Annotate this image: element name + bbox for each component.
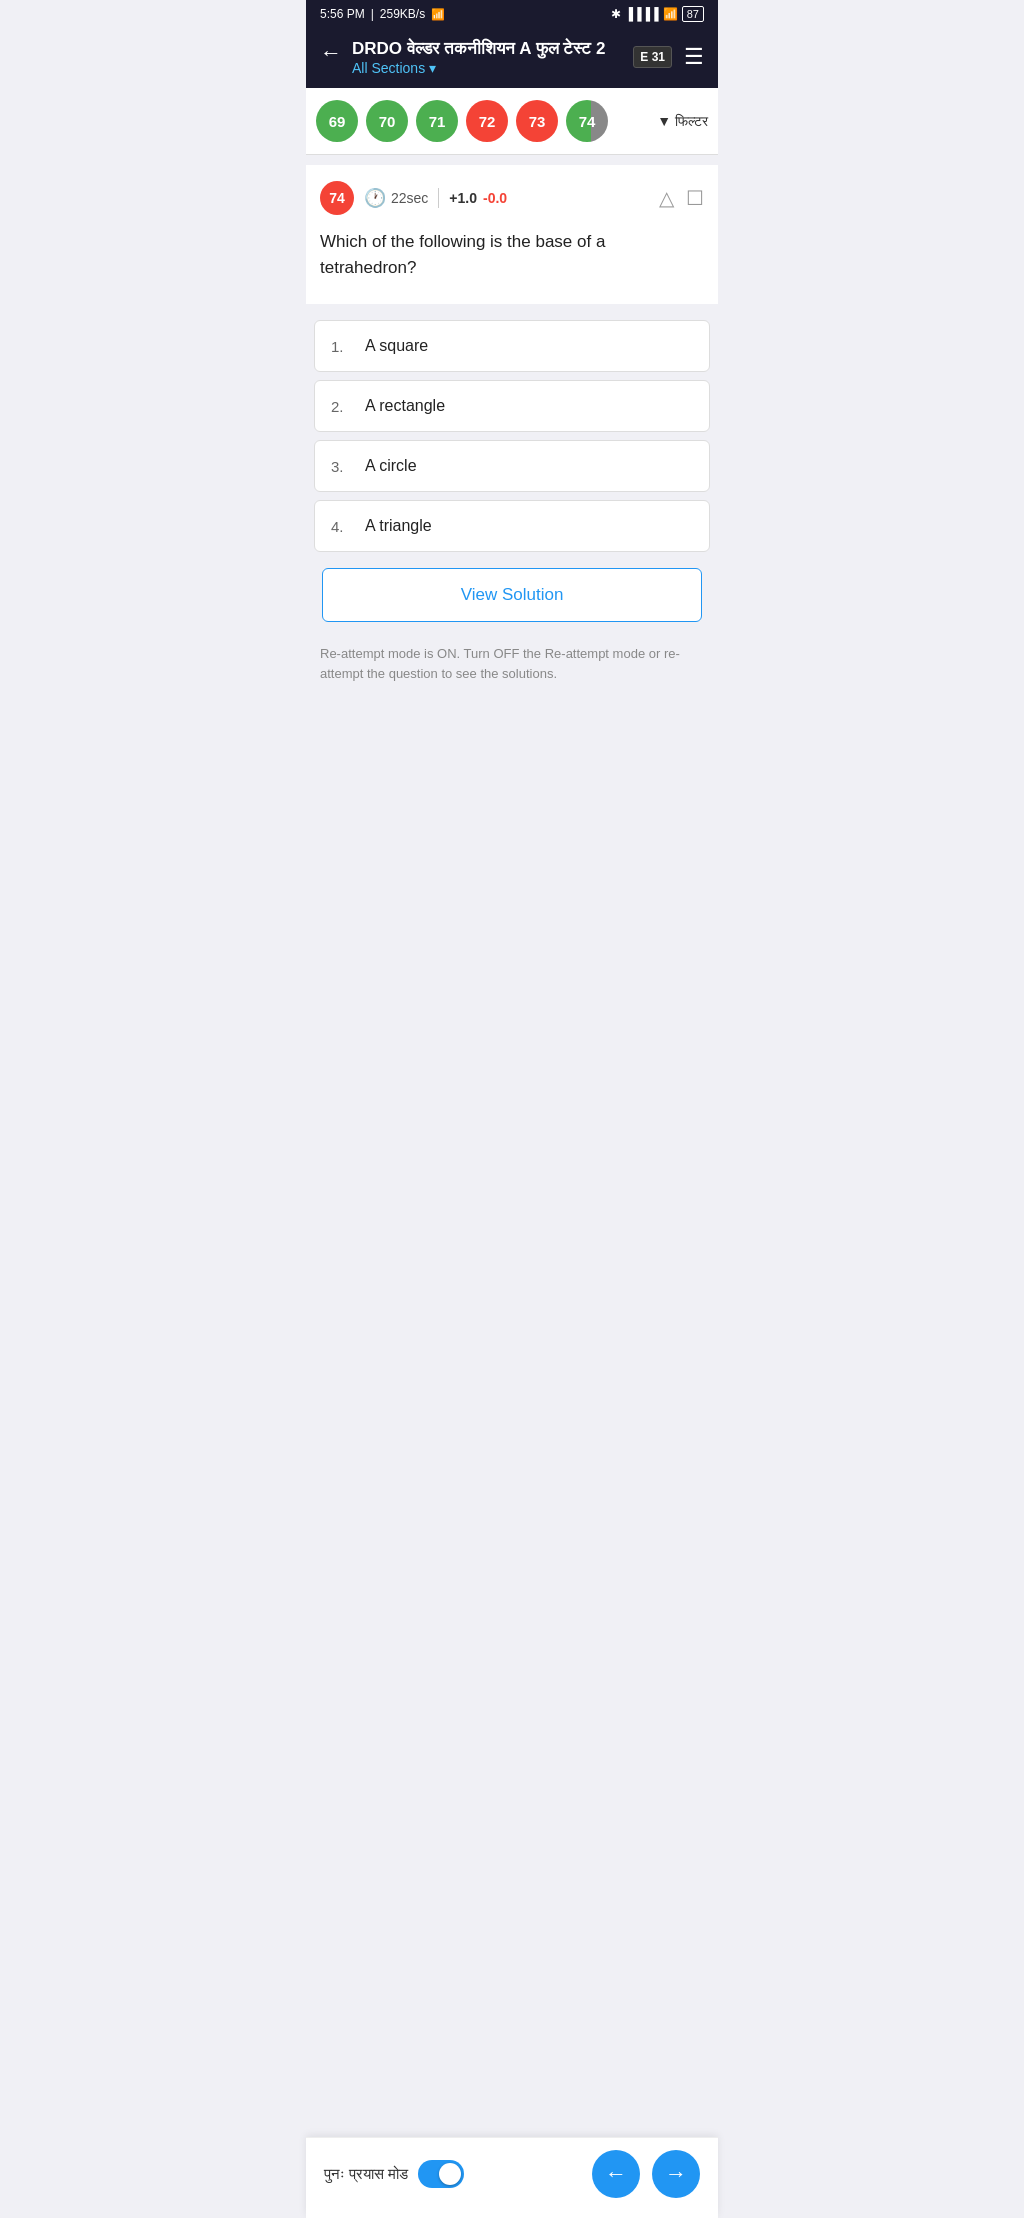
current-question-badge: 74 xyxy=(320,181,354,215)
option-3[interactable]: 3. A circle xyxy=(314,440,710,492)
option-4[interactable]: 4. A triangle xyxy=(314,500,710,552)
question-number-74[interactable]: 74 xyxy=(566,100,608,142)
option-text-2: A rectangle xyxy=(365,397,445,415)
reattempt-notice: Re-attempt mode is ON. Turn OFF the Re-a… xyxy=(314,632,710,695)
question-number-71[interactable]: 71 xyxy=(416,100,458,142)
question-meta: 74 🕐 22sec +1.0 -0.0 △ ☐ xyxy=(320,181,704,215)
language-badge[interactable]: E 31 xyxy=(633,46,672,68)
toggle-thumb xyxy=(439,2163,461,2185)
back-button[interactable]: ← xyxy=(320,40,342,66)
question-number-73[interactable]: 73 xyxy=(516,100,558,142)
question-numbers-row: 69 70 71 72 73 74 ▼ फिल्टर xyxy=(306,88,718,155)
chevron-down-icon: ▾ xyxy=(429,60,436,76)
option-text-4: A triangle xyxy=(365,517,432,535)
timer-value: 22sec xyxy=(391,190,428,206)
option-1[interactable]: 1. A square xyxy=(314,320,710,372)
section-label: All Sections xyxy=(352,60,425,76)
nav-left: ← DRDO वेल्डर तकनीशियन A फुल टेस्ट 2 All… xyxy=(320,38,606,76)
filter-button[interactable]: ▼ फिल्टर xyxy=(657,113,708,130)
filter-icon: ▼ xyxy=(657,113,671,129)
status-icon-4g: 📶 xyxy=(431,8,445,21)
bottom-bar: पुनः प्रयास मोड ← → xyxy=(306,2137,718,2218)
alert-icon[interactable]: △ xyxy=(659,186,674,210)
question-text: Which of the following is the base of a … xyxy=(320,229,704,280)
question-card: 74 🕐 22sec +1.0 -0.0 △ ☐ Which of the fo… xyxy=(306,165,718,304)
reattempt-toggle-group: पुनः प्रयास मोड xyxy=(324,2160,464,2188)
score-block: +1.0 -0.0 xyxy=(449,190,507,206)
bluetooth-icon: ✱ xyxy=(611,7,621,21)
status-right: ✱ ▐▐▐▐ 📶 87 xyxy=(611,6,704,22)
prev-question-button[interactable]: ← xyxy=(592,2150,640,2198)
top-nav: ← DRDO वेल्डर तकनीशियन A फुल टेस्ट 2 All… xyxy=(306,28,718,88)
menu-button[interactable]: ☰ xyxy=(684,44,704,70)
question-number-72[interactable]: 72 xyxy=(466,100,508,142)
battery-level: 87 xyxy=(682,6,704,22)
options-section: 1. A square 2. A rectangle 3. A circle 4… xyxy=(306,310,718,697)
meta-actions: △ ☐ xyxy=(659,186,704,210)
next-question-button[interactable]: → xyxy=(652,2150,700,2198)
option-num-2: 2. xyxy=(331,398,351,415)
timer-block: 🕐 22sec xyxy=(364,187,428,209)
nav-title-block: DRDO वेल्डर तकनीशियन A फुल टेस्ट 2 All S… xyxy=(352,38,606,76)
option-num-1: 1. xyxy=(331,338,351,355)
page-title: DRDO वेल्डर तकनीशियन A फुल टेस्ट 2 xyxy=(352,38,606,60)
score-positive: +1.0 xyxy=(449,190,477,206)
option-num-3: 3. xyxy=(331,458,351,475)
reattempt-label: पुनः प्रयास मोड xyxy=(324,2165,408,2183)
view-solution-button[interactable]: View Solution xyxy=(322,568,702,622)
reattempt-toggle[interactable] xyxy=(418,2160,464,2188)
timer-icon: 🕐 xyxy=(364,187,386,209)
status-speed: 259KB/s xyxy=(380,7,425,21)
option-text-3: A circle xyxy=(365,457,417,475)
wifi-icon: 📶 xyxy=(663,7,678,21)
nav-right: E 31 ☰ xyxy=(633,44,704,70)
status-time: 5:56 PM xyxy=(320,7,365,21)
option-num-4: 4. xyxy=(331,518,351,535)
nav-arrows: ← → xyxy=(592,2150,700,2198)
option-2[interactable]: 2. A rectangle xyxy=(314,380,710,432)
filter-label: फिल्टर xyxy=(675,113,708,130)
divider xyxy=(438,188,439,208)
option-text-1: A square xyxy=(365,337,428,355)
question-number-70[interactable]: 70 xyxy=(366,100,408,142)
signal-icon: ▐▐▐▐ xyxy=(625,7,659,21)
status-bar: 5:56 PM | 259KB/s 📶 ✱ ▐▐▐▐ 📶 87 xyxy=(306,0,718,28)
section-selector[interactable]: All Sections ▾ xyxy=(352,60,606,76)
content-spacer xyxy=(306,697,718,1097)
status-left: 5:56 PM | 259KB/s 📶 xyxy=(320,7,445,21)
question-number-69[interactable]: 69 xyxy=(316,100,358,142)
status-divider: | xyxy=(371,7,374,21)
bookmark-icon[interactable]: ☐ xyxy=(686,186,704,210)
score-negative: -0.0 xyxy=(483,190,507,206)
